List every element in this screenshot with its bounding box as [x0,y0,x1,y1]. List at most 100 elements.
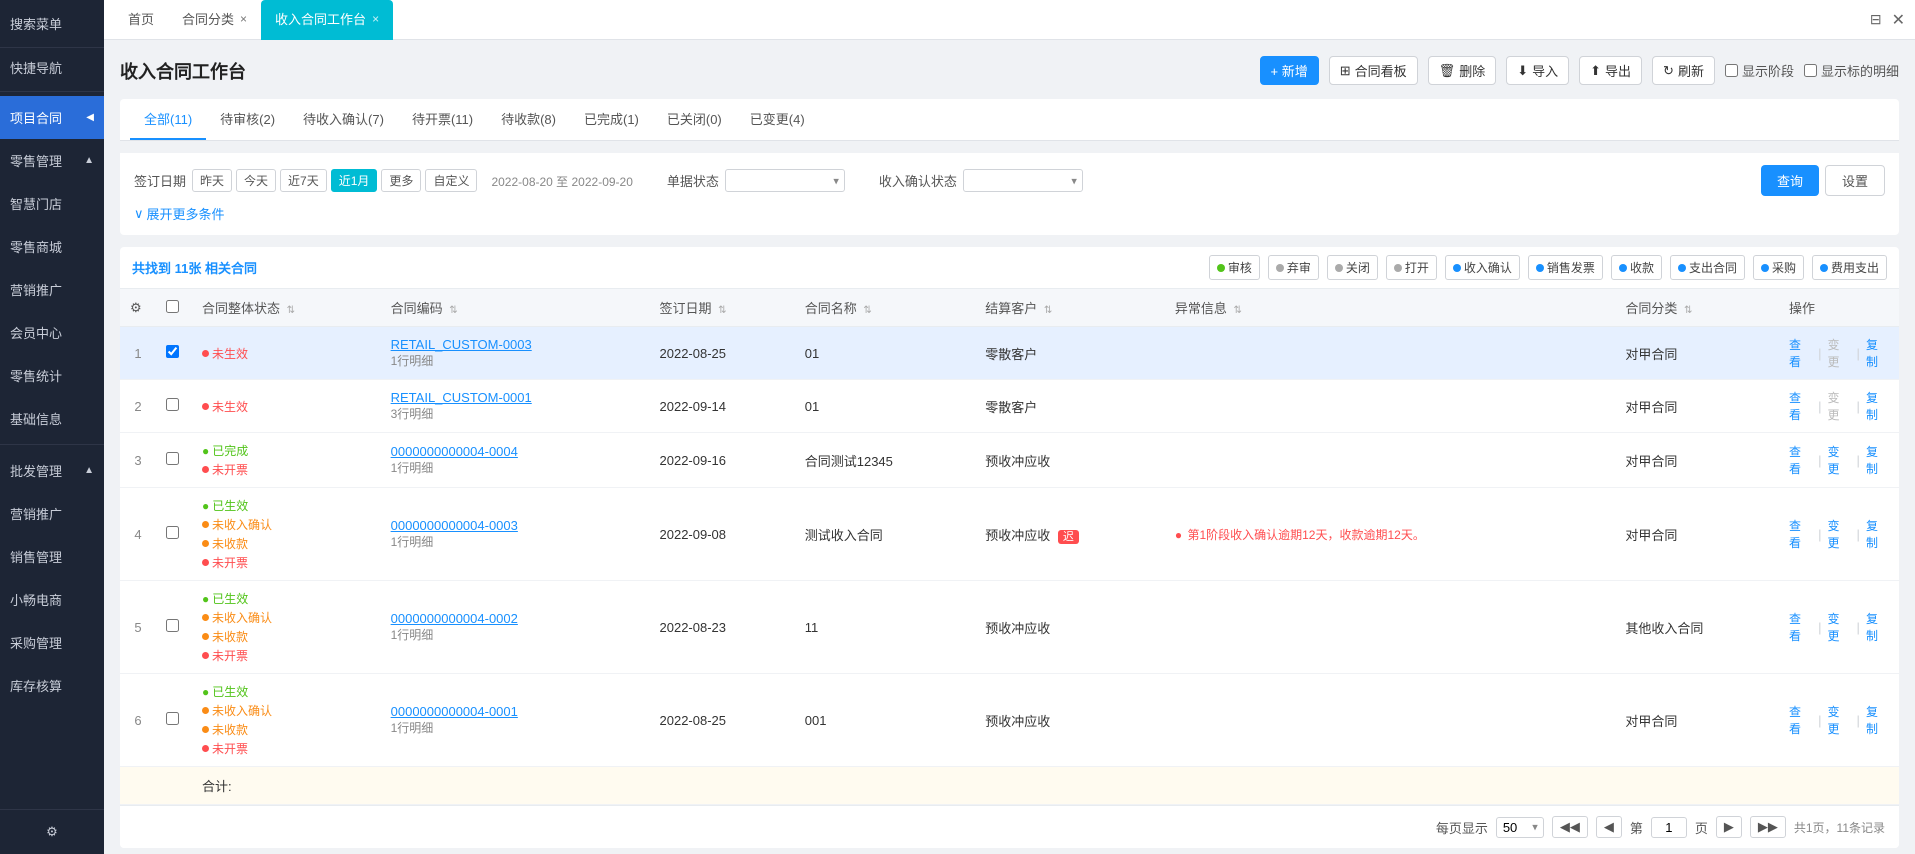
sidebar-item-retail-mall[interactable]: 零售商城 [0,225,104,268]
tab-income-workbench-close[interactable]: × [372,12,379,26]
row5-checkbox[interactable] [156,581,192,674]
row5-check[interactable] [166,619,179,632]
row4-code-link[interactable]: 0000000000004-0003 [391,518,518,533]
sidebar-item-member-center[interactable]: 会员中心 [0,311,104,354]
tab-contract-category[interactable]: 合同分类 × [168,0,261,40]
sidebar-quick-nav[interactable]: 快捷导航 [0,48,104,87]
row6-change-btn[interactable]: 变更 [1827,703,1850,737]
sidebar-item-basic-info[interactable]: 基础信息 [0,397,104,440]
row2-check[interactable] [166,398,179,411]
row6-copy-btn[interactable]: 复制 [1866,703,1889,737]
kanban-button[interactable]: ⊞ 合同看板 [1329,56,1418,85]
filter-tab-pending-invoice[interactable]: 待开票(11) [398,99,487,140]
row1-change-btn[interactable]: 变更 [1827,336,1850,370]
action-out-contract[interactable]: 支出合同 [1670,255,1745,280]
export-button[interactable]: ⬆ 导出 [1579,56,1642,85]
col-customer[interactable]: 结算客户 ⇅ [975,289,1165,327]
row6-view-btn[interactable]: 查看 [1789,703,1812,737]
filter-tab-changed[interactable]: 已变更(4) [736,99,819,140]
row3-code-link[interactable]: 0000000000004-0004 [391,444,518,459]
date-btn-last1month[interactable]: 近1月 [331,169,378,192]
col-sign-date[interactable]: 签订日期 ⇅ [650,289,795,327]
action-close[interactable]: 关闭 [1327,255,1378,280]
query-button[interactable]: 查询 [1761,165,1819,196]
date-btn-yesterday[interactable]: 昨天 [192,169,232,192]
date-btn-more[interactable]: 更多 [381,169,421,192]
action-income-confirm[interactable]: 收入确认 [1445,255,1520,280]
filter-tab-pending-review[interactable]: 待审核(2) [206,99,289,140]
date-btn-last7[interactable]: 近7天 [280,169,327,192]
filter-tab-completed[interactable]: 已完成(1) [570,99,653,140]
tab-income-workbench[interactable]: 收入合同工作台 × [261,0,393,40]
row2-copy-btn[interactable]: 复制 [1866,389,1889,423]
col-status[interactable]: 合同整体状态 ⇅ [192,289,381,327]
sidebar-item-retail-stats[interactable]: 零售统计 [0,354,104,397]
filter-tab-closed[interactable]: 已关闭(0) [653,99,736,140]
col-code[interactable]: 合同编码 ⇅ [381,289,650,327]
row4-view-btn[interactable]: 查看 [1789,517,1812,551]
show-stages-checkbox[interactable]: 显示阶段 [1725,61,1794,80]
col-name[interactable]: 合同名称 ⇅ [795,289,975,327]
row4-checkbox[interactable] [156,488,192,581]
tab-contract-category-close[interactable]: × [240,12,247,26]
row3-checkbox[interactable] [156,433,192,488]
action-open[interactable]: 打开 [1386,255,1437,280]
row6-code-link[interactable]: 0000000000004-0001 [391,704,518,719]
tab-close-all-icon[interactable]: ✕ [1892,10,1905,30]
row2-view-btn[interactable]: 查看 [1789,389,1812,423]
row1-copy-btn[interactable]: 复制 [1866,336,1889,370]
row1-checkbox[interactable] [156,327,192,380]
row3-check[interactable] [166,452,179,465]
row6-checkbox[interactable] [156,674,192,767]
show-details-input[interactable] [1804,64,1817,77]
row2-code-link[interactable]: RETAIL_CUSTOM-0001 [391,390,532,405]
expand-conditions-btn[interactable]: ∨ 展开更多条件 [134,204,1885,223]
row1-check[interactable] [166,345,179,358]
sidebar-item-purchase-mgmt[interactable]: 采购管理 [0,621,104,664]
income-confirm-select[interactable] [963,169,1083,192]
date-btn-today[interactable]: 今天 [236,169,276,192]
row3-view-btn[interactable]: 查看 [1789,443,1812,477]
tab-restore-icon[interactable]: ⊟ [1870,11,1882,28]
row2-change-btn[interactable]: 变更 [1827,389,1850,423]
action-purchase[interactable]: 采购 [1753,255,1804,280]
action-sales-invoice[interactable]: 销售发票 [1528,255,1603,280]
sidebar-item-marketing[interactable]: 营销推广 [0,268,104,311]
first-page-btn[interactable]: ◀◀ [1552,816,1588,838]
filter-tab-pending-confirm[interactable]: 待收入确认(7) [289,99,398,140]
sidebar-item-xiaochangec[interactable]: 小畅电商 [0,578,104,621]
row1-view-btn[interactable]: 查看 [1789,336,1812,370]
row4-copy-btn[interactable]: 复制 [1866,517,1889,551]
sidebar-item-inventory[interactable]: 库存核算 [0,664,104,707]
col-settings[interactable]: ⚙ [120,289,156,327]
row4-check[interactable] [166,526,179,539]
action-expense-out[interactable]: 费用支出 [1812,255,1887,280]
filter-tab-all[interactable]: 全部(11) [130,99,206,140]
row5-copy-btn[interactable]: 复制 [1866,610,1889,644]
row4-change-btn[interactable]: 变更 [1827,517,1850,551]
refresh-button[interactable]: ↻ 刷新 [1652,56,1715,85]
next-page-btn[interactable]: ▶ [1716,816,1742,838]
filter-tab-pending-payment[interactable]: 待收款(8) [487,99,570,140]
setting-button[interactable]: 设置 [1825,165,1885,196]
show-stages-input[interactable] [1725,64,1738,77]
action-review[interactable]: 审核 [1209,255,1260,280]
sidebar-item-sales-mgmt[interactable]: 销售管理 [0,535,104,578]
sidebar-item-retail-mgmt[interactable]: 零售管理 ▲ [0,139,104,182]
doc-status-select[interactable] [725,169,845,192]
sidebar-item-marketing2[interactable]: 营销推广 [0,492,104,535]
sidebar-item-smart-store[interactable]: 智慧门店 [0,182,104,225]
add-button[interactable]: + 新增 [1260,56,1319,85]
row1-code-link[interactable]: RETAIL_CUSTOM-0003 [391,337,532,352]
page-input[interactable] [1651,817,1687,838]
date-btn-custom[interactable]: 自定义 [425,169,477,192]
col-abnormal[interactable]: 异常信息 ⇅ [1165,289,1616,327]
sidebar-item-project-contract[interactable]: 项目合同 ◀ [0,96,104,139]
sidebar-settings[interactable]: ⚙ [0,809,104,854]
select-all-checkbox[interactable] [166,300,179,313]
prev-page-btn[interactable]: ◀ [1596,816,1622,838]
sidebar-item-wholesale-mgmt[interactable]: 批发管理 ▲ [0,449,104,492]
sidebar-search[interactable]: 搜索菜单 [0,0,104,48]
row6-check[interactable] [166,712,179,725]
page-size-select[interactable]: 10 20 50 100 [1496,817,1544,838]
